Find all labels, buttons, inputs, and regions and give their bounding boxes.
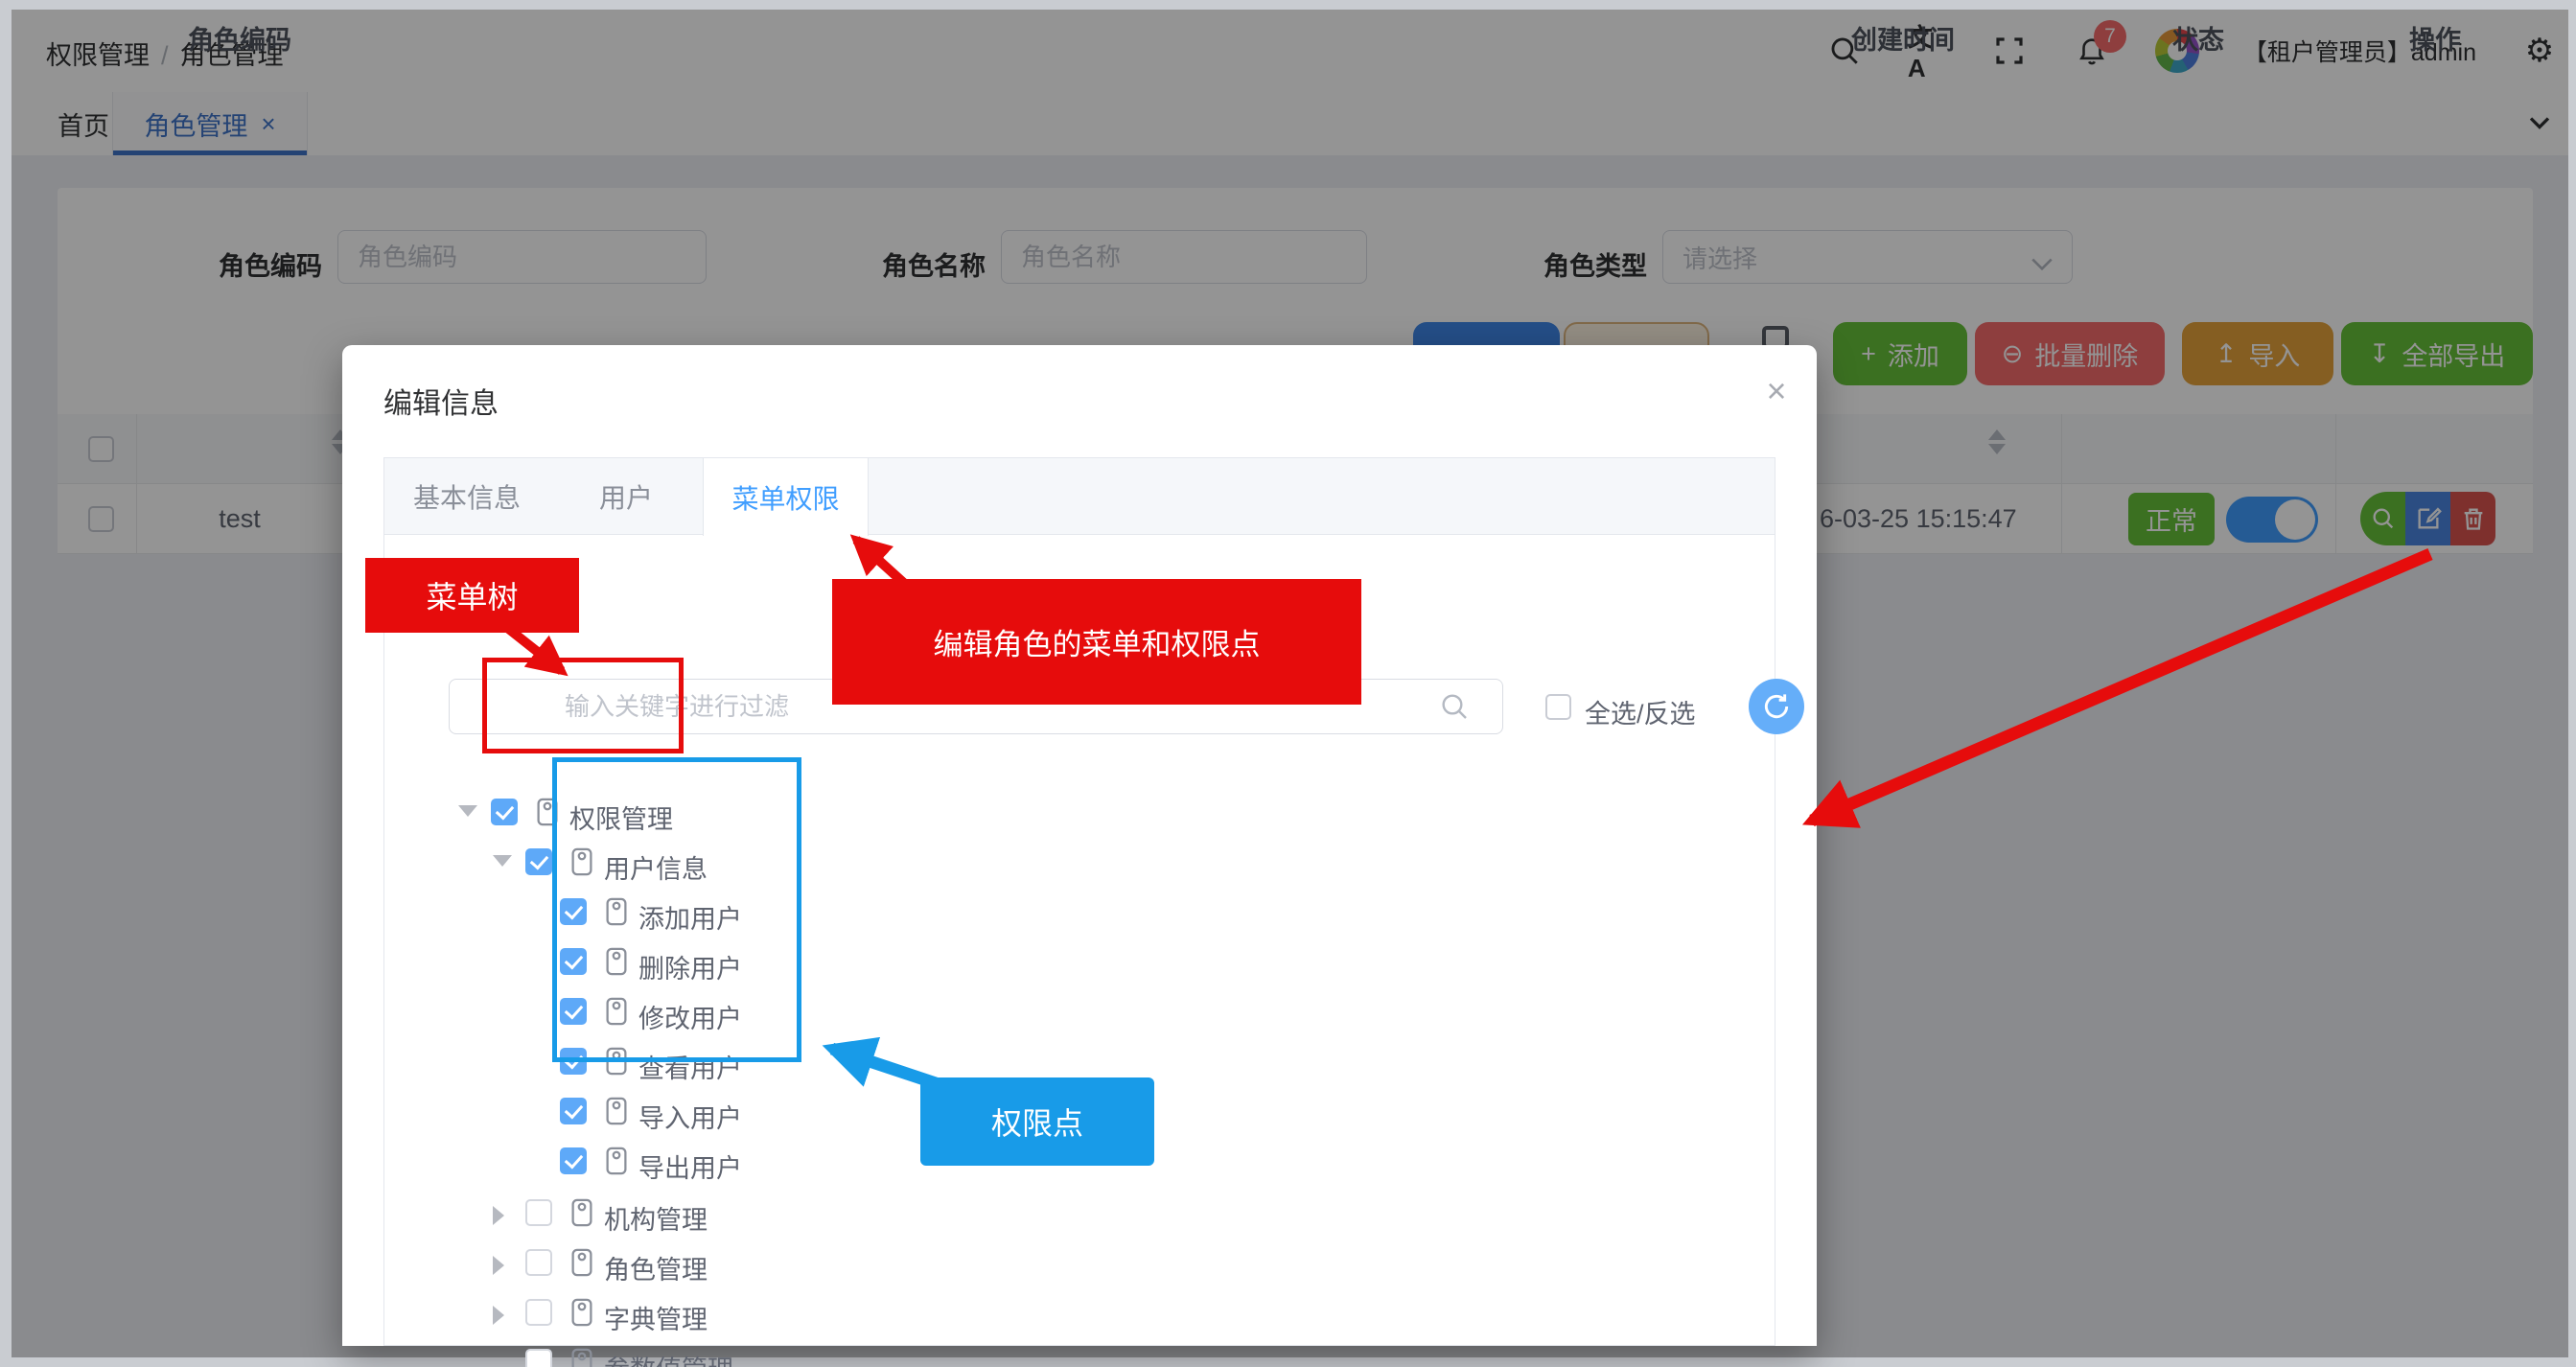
- tag-icon: [569, 1198, 594, 1232]
- annotation-edit-hint-label: 编辑角色的菜单和权限点: [832, 579, 1361, 705]
- tree-item[interactable]: 角色管理: [445, 1239, 1116, 1288]
- tree-caret-icon[interactable]: [493, 1206, 504, 1225]
- annotation-red-box: [482, 658, 684, 753]
- search-icon: [1439, 691, 1470, 727]
- tree-item[interactable]: 机构管理: [445, 1189, 1116, 1239]
- tree-item-label[interactable]: 参数值管理: [604, 1349, 733, 1367]
- tree-item[interactable]: 字典管理: [445, 1288, 1116, 1338]
- tag-icon: [569, 1348, 594, 1367]
- tree-checkbox[interactable]: [560, 1147, 587, 1174]
- tree-item-label[interactable]: 角色管理: [604, 1249, 708, 1286]
- tree-checkbox[interactable]: [560, 1098, 587, 1124]
- dialog-tabbar: 基本信息 用户 菜单权限: [384, 458, 1775, 536]
- tag-icon: [569, 1248, 594, 1282]
- tag-icon: [604, 1147, 629, 1180]
- tree-checkbox[interactable]: [525, 1349, 552, 1367]
- tree-item[interactable]: 参数值管理: [445, 1338, 1116, 1367]
- tree-caret-icon[interactable]: [493, 1306, 504, 1325]
- select-all-tree-checkbox[interactable]: [1545, 694, 1571, 720]
- tree-caret-icon[interactable]: [458, 805, 477, 817]
- tree-item-label[interactable]: 机构管理: [604, 1199, 708, 1237]
- tree-item-label[interactable]: 字典管理: [604, 1299, 708, 1336]
- tree-checkbox[interactable]: [525, 1299, 552, 1326]
- tag-icon: [569, 1298, 594, 1332]
- screenshot-root: 权限管理 / 角色管理 文A 7 【租户管理员】admin ⚙ 首页 角色管理 ×: [0, 0, 2576, 1367]
- dialog-title: 编辑信息: [383, 388, 499, 420]
- tree-item-label[interactable]: 导出用户: [638, 1147, 742, 1185]
- tree-caret-icon[interactable]: [493, 855, 512, 867]
- annotation-menu-tree-label: 菜单树: [365, 558, 579, 633]
- tab-basic-info[interactable]: 基本信息: [384, 458, 549, 535]
- tree-checkbox[interactable]: [525, 1199, 552, 1226]
- tree-checkbox[interactable]: [525, 1249, 552, 1276]
- tree-caret-icon[interactable]: [493, 1256, 504, 1275]
- refresh-button[interactable]: [1749, 679, 1804, 734]
- select-all-tree-label: 全选/反选: [1585, 700, 1696, 729]
- tab-users[interactable]: 用户: [549, 458, 703, 535]
- tab-menu-permissions[interactable]: 菜单权限: [703, 458, 869, 536]
- tree-checkbox[interactable]: [525, 848, 552, 875]
- tree-checkbox[interactable]: [491, 799, 518, 825]
- tag-icon: [604, 1097, 629, 1130]
- tree-item-label[interactable]: 导入用户: [638, 1098, 742, 1135]
- close-icon[interactable]: ×: [1755, 370, 1798, 412]
- annotation-perm-point-label: 权限点: [920, 1077, 1154, 1166]
- annotation-blue-box: [552, 757, 801, 1062]
